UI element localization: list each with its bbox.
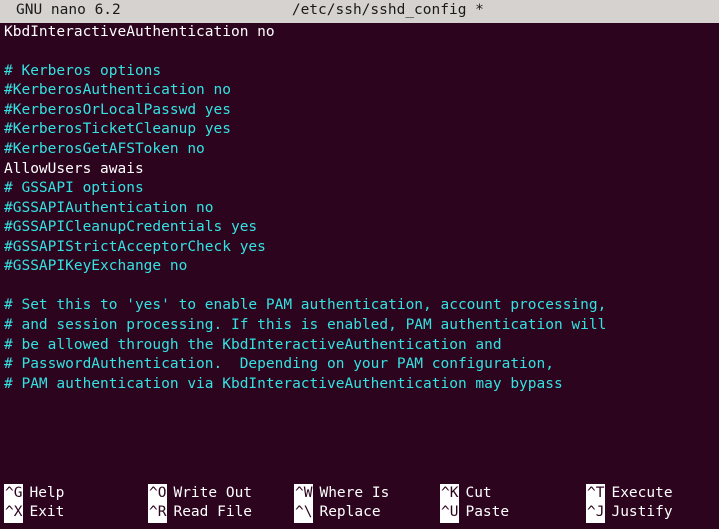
shortcut-label: Read File (167, 503, 252, 523)
shortcut-key: ^T (586, 484, 605, 504)
shortcut-paste[interactable]: ^UPaste (440, 503, 586, 523)
shortcut-execute[interactable]: ^TExecute (586, 484, 716, 504)
shortcut-cut[interactable]: ^KCut (440, 484, 586, 504)
editor-line[interactable]: # and session processing. If this is ena… (4, 316, 715, 336)
file-path: /etc/ssh/sshd_config * (61, 1, 715, 21)
editor-line[interactable]: #GSSAPIStrictAcceptorCheck yes (4, 238, 715, 258)
editor-line[interactable]: #KerberosTicketCleanup yes (4, 120, 715, 140)
editor-line[interactable]: # GSSAPI options (4, 179, 715, 199)
editor-area[interactable]: KbdInteractiveAuthentication no # Kerber… (0, 23, 719, 395)
shortcut-key: ^J (586, 503, 605, 523)
shortcut-replace[interactable]: ^\Replace (294, 503, 440, 523)
shortcut-row-2: ^XExit^RRead File^\Replace^UPaste^JJusti… (4, 503, 715, 523)
shortcut-label: Replace (313, 503, 380, 523)
shortcut-key: ^R (148, 503, 167, 523)
shortcut-label: Execute (605, 484, 672, 504)
editor-line[interactable]: #GSSAPIAuthentication no (4, 199, 715, 219)
shortcut-help[interactable]: ^GHelp (4, 484, 148, 504)
shortcut-key: ^X (4, 503, 23, 523)
shortcut-key: ^U (440, 503, 459, 523)
editor-line[interactable]: #KerberosAuthentication no (4, 81, 715, 101)
editor-line[interactable]: #GSSAPICleanupCredentials yes (4, 218, 715, 238)
shortcut-label: Write Out (167, 484, 252, 504)
editor-line[interactable]: KbdInteractiveAuthentication no (4, 23, 715, 43)
editor-line[interactable]: # PasswordAuthentication. Depending on y… (4, 355, 715, 375)
shortcut-where-is[interactable]: ^WWhere Is (294, 484, 440, 504)
shortcut-key: ^\ (294, 503, 313, 523)
editor-line[interactable]: # PAM authentication via KbdInteractiveA… (4, 375, 715, 395)
shortcut-key: ^W (294, 484, 313, 504)
shortcut-write-out[interactable]: ^OWrite Out (148, 484, 294, 504)
shortcut-label: Where Is (313, 484, 389, 504)
editor-line[interactable]: # be allowed through the KbdInteractiveA… (4, 336, 715, 356)
editor-line[interactable]: #KerberosOrLocalPasswd yes (4, 101, 715, 121)
editor-line[interactable]: #GSSAPIKeyExchange no (4, 257, 715, 277)
editor-line[interactable]: # Set this to 'yes' to enable PAM authen… (4, 296, 715, 316)
shortcut-key: ^G (4, 484, 23, 504)
shortcut-key: ^O (148, 484, 167, 504)
shortcut-justify[interactable]: ^JJustify (586, 503, 716, 523)
editor-line[interactable] (4, 277, 715, 297)
shortcut-label: Help (23, 484, 64, 504)
shortcut-label: Justify (605, 503, 672, 523)
shortcut-exit[interactable]: ^XExit (4, 503, 148, 523)
shortcut-key: ^K (440, 484, 459, 504)
shortcut-label: Exit (23, 503, 64, 523)
shortcut-bar: ^GHelp^OWrite Out^WWhere Is^KCut^TExecut… (4, 484, 715, 523)
shortcut-label: Cut (459, 484, 491, 504)
title-bar: GNU nano 6.2 /etc/ssh/sshd_config * (0, 0, 719, 23)
shortcut-row-1: ^GHelp^OWrite Out^WWhere Is^KCut^TExecut… (4, 484, 715, 504)
shortcut-label: Paste (459, 503, 509, 523)
editor-line[interactable]: AllowUsers awais (4, 160, 715, 180)
shortcut-read-file[interactable]: ^RRead File (148, 503, 294, 523)
editor-line[interactable]: # Kerberos options (4, 62, 715, 82)
editor-line[interactable] (4, 42, 715, 62)
editor-line[interactable]: #KerberosGetAFSToken no (4, 140, 715, 160)
